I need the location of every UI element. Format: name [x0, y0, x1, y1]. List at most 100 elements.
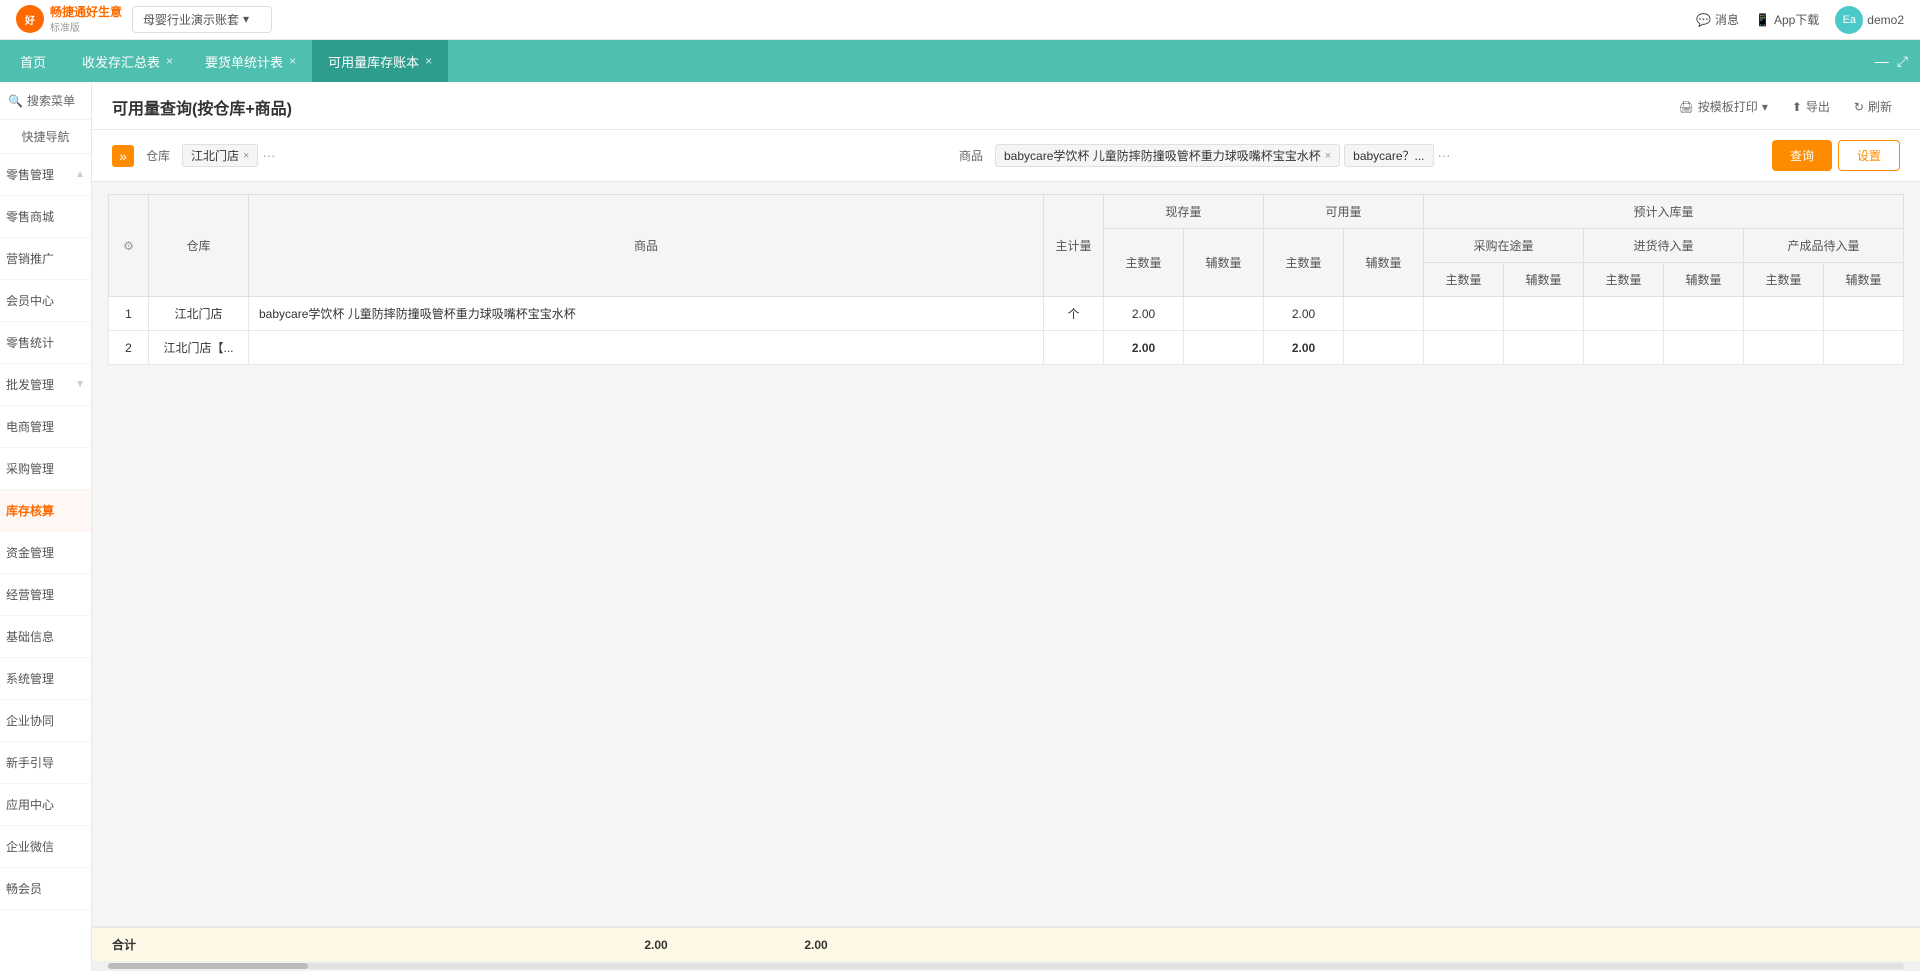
user-profile[interactable]: Ea demo2 [1835, 6, 1904, 34]
sidebar-item-operations[interactable]: 经营管理 [0, 574, 91, 616]
maximize-icon[interactable]: ⤢ [1897, 53, 1908, 70]
sidebar-item-finance[interactable]: 资金管理 [0, 532, 91, 574]
sidebar-item-system[interactable]: 系统管理 [0, 658, 91, 700]
sidebar-item-retail-mall[interactable]: 零售商城 [0, 196, 91, 238]
sidebar-item-marketing[interactable]: 营销推广 [0, 238, 91, 280]
sidebar-search[interactable]: 🔍 搜索菜单 [0, 82, 91, 120]
warehouse-tag-container: 江北门店 × ··· [182, 144, 947, 167]
th-incoming-main: 主数量 [1584, 263, 1664, 297]
row2-available-aux [1344, 331, 1424, 365]
query-btn[interactable]: 查询 [1772, 140, 1832, 171]
sidebar-item-member2[interactable]: 畅会员 [0, 868, 91, 910]
product-tag-container: babycare学饮杯 儿童防摔防撞吸管杯重力球吸嘴杯宝宝水杯 × babyca… [995, 144, 1760, 167]
minimize-icon[interactable]: — [1875, 53, 1889, 69]
sidebar-search-label: 搜索菜单 [27, 92, 75, 109]
sidebar-item-basic-label: 基础信息 [6, 628, 54, 645]
warehouse-tag-close[interactable]: × [243, 150, 249, 162]
export-label: 导出 [1806, 98, 1830, 115]
sidebar-item-basic[interactable]: 基础信息 [0, 616, 91, 658]
warehouse-filter-label: 仓库 [146, 147, 170, 164]
tab-order-stats[interactable]: 要货单统计表 × [189, 40, 312, 82]
row2-available-main: 2.00 [1264, 331, 1344, 365]
warehouse-tag: 江北门店 × [182, 144, 258, 167]
sidebar-item-inventory[interactable]: 库存核算 [0, 490, 91, 532]
sidebar-item-newbie[interactable]: 新手引导 [0, 742, 91, 784]
row1-purchase-main [1424, 297, 1504, 331]
sidebar-item-retail[interactable]: 零售管理 ▲ [0, 154, 91, 196]
tab-receipts-close[interactable]: × [166, 54, 173, 68]
th-incoming-pending: 进货待入量 [1584, 229, 1744, 263]
tab-order-stats-label: 要货单统计表 [205, 52, 283, 71]
sidebar-item-operations-label: 经营管理 [6, 586, 54, 603]
product-tag1-text: babycare学饮杯 儿童防摔防撞吸管杯重力球吸嘴杯宝宝水杯 [1004, 147, 1321, 164]
top-bar-right: 💬 消息 📱 App下载 Ea demo2 [1696, 6, 1904, 34]
th-production-aux: 辅数量 [1824, 263, 1904, 297]
product-tag2: babycare？... [1344, 144, 1433, 167]
sidebar-quick-nav-label: 快捷导航 [21, 130, 69, 144]
print-icon: 🖨 [1679, 100, 1694, 114]
sidebar-quick-nav[interactable]: 快捷导航 [0, 120, 91, 154]
print-label: 按模板打印 [1698, 98, 1758, 115]
tab-home[interactable]: 首页 [0, 40, 66, 82]
sidebar-item-member-label: 会员中心 [6, 292, 54, 309]
app-download-btn[interactable]: 📱 App下载 [1755, 11, 1819, 28]
sidebar-item-newbie-label: 新手引导 [6, 754, 54, 771]
th-available: 可用量 [1264, 195, 1424, 229]
tab-order-stats-close[interactable]: × [289, 54, 296, 68]
tab-available-stock-close[interactable]: × [425, 54, 432, 68]
tab-receipts[interactable]: 收发存汇总表 × [66, 40, 189, 82]
tab-bar-actions: — ⤢ [1875, 53, 1920, 70]
content-area: 可用量查询(按仓库+商品) 🖨 按模板打印 ▾ ⬆ 导出 ↻ 刷新 » [92, 82, 1920, 971]
filter-expand-btn[interactable]: » [112, 145, 134, 167]
sidebar-item-member[interactable]: 会员中心 [0, 280, 91, 322]
gear-icon[interactable]: ⚙ [123, 239, 134, 253]
product-tag2-text: babycare？... [1353, 147, 1424, 164]
print-btn[interactable]: 🖨 按模板打印 ▾ [1671, 94, 1776, 119]
sidebar-item-purchase-label: 采购管理 [6, 460, 54, 477]
sidebar-item-enterprise[interactable]: 企业协同 [0, 700, 91, 742]
setting-btn[interactable]: 设置 [1838, 140, 1900, 171]
warehouse-filter-dots[interactable]: ··· [262, 148, 275, 163]
th-product: 商品 [249, 195, 1044, 297]
message-icon: 💬 [1696, 13, 1711, 27]
sidebar-item-ecommerce[interactable]: 电商管理 [0, 406, 91, 448]
row2-unit [1044, 331, 1104, 365]
sidebar-item-marketing-label: 营销推广 [6, 250, 54, 267]
summary-available-main: 2.00 [776, 938, 856, 952]
tab-available-stock[interactable]: 可用量库存账本 × [312, 40, 448, 82]
row2-incoming-aux [1664, 331, 1744, 365]
sidebar-item-finance-label: 资金管理 [6, 544, 54, 561]
main-layout: 🔍 搜索菜单 快捷导航 零售管理 ▲ 零售商城 营销推广 会员中心 零售统计 批… [0, 82, 1920, 971]
row1-incoming-aux [1664, 297, 1744, 331]
app-download-label: App下载 [1774, 11, 1819, 28]
refresh-btn[interactable]: ↻ 刷新 [1846, 94, 1900, 119]
message-label: 消息 [1715, 11, 1739, 28]
th-current-stock: 现存量 [1104, 195, 1264, 229]
th-warehouse: 仓库 [149, 195, 249, 297]
row2-production-main [1744, 331, 1824, 365]
th-current-aux: 辅数量 [1184, 229, 1264, 297]
sidebar-item-purchase[interactable]: 采购管理 [0, 448, 91, 490]
th-planned-inbound: 预计入库量 [1424, 195, 1904, 229]
row1-warehouse: 江北门店 [149, 297, 249, 331]
row2-incoming-main [1584, 331, 1664, 365]
filter-bar: » 仓库 江北门店 × ··· 商品 babycare学饮杯 儿童防摔防撞吸管杯… [92, 130, 1920, 182]
row1-incoming-main [1584, 297, 1664, 331]
tab-bar: 首页 收发存汇总表 × 要货单统计表 × 可用量库存账本 × — ⤢ [0, 40, 1920, 82]
sidebar-item-wholesale[interactable]: 批发管理 ▼ [0, 364, 91, 406]
export-btn[interactable]: ⬆ 导出 [1784, 94, 1838, 119]
row2-current-aux [1184, 331, 1264, 365]
row2-no: 2 [109, 331, 149, 365]
product-tag1-close[interactable]: × [1325, 150, 1331, 162]
scrollbar-thumb[interactable] [108, 963, 308, 969]
message-btn[interactable]: 💬 消息 [1696, 11, 1739, 28]
tab-available-stock-label: 可用量库存账本 [328, 52, 419, 71]
product-filter-dots[interactable]: ··· [1438, 148, 1451, 163]
page-header: 可用量查询(按仓库+商品) 🖨 按模板打印 ▾ ⬆ 导出 ↻ 刷新 [92, 82, 1920, 130]
sidebar-item-retail-stats[interactable]: 零售统计 [0, 322, 91, 364]
logo-sub: 标准版 [50, 19, 122, 34]
industry-selector[interactable]: 母婴行业演示账套 ▾ [132, 6, 272, 33]
page-title: 可用量查询(按仓库+商品) [112, 95, 292, 119]
sidebar-item-enterprise-wechat[interactable]: 企业微信 [0, 826, 91, 868]
sidebar-item-app-center[interactable]: 应用中心 [0, 784, 91, 826]
